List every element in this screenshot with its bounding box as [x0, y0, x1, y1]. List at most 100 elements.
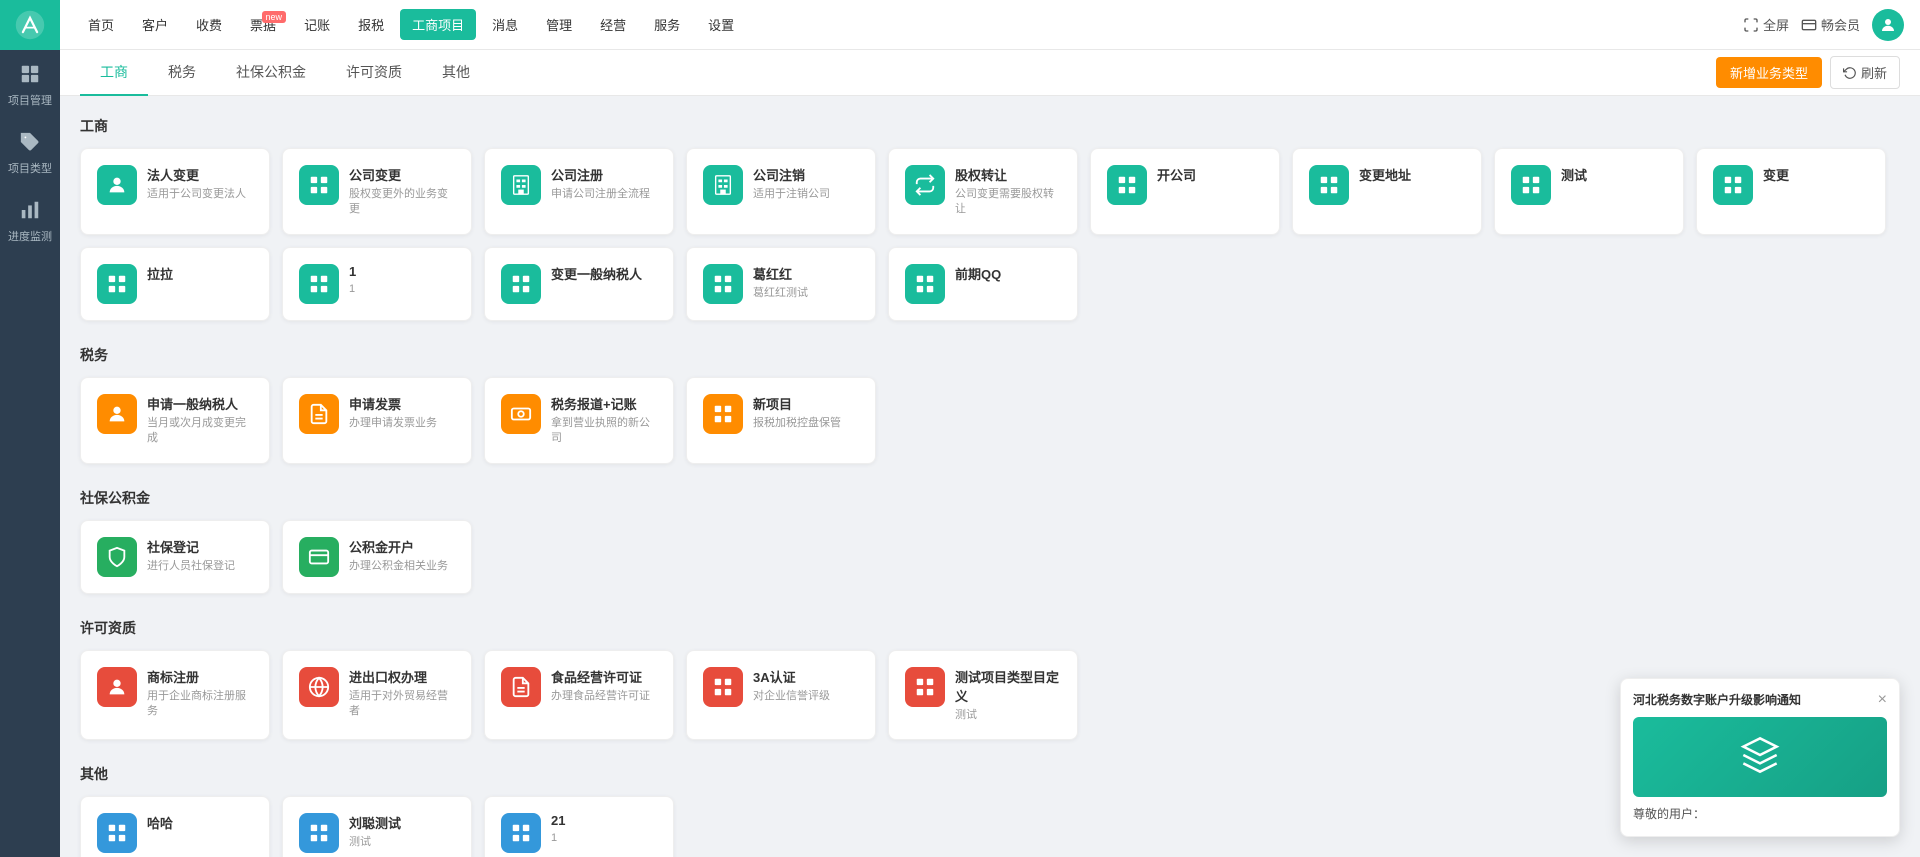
card-desc-trademark: 用于企业商标注册服务: [147, 689, 253, 720]
section-title-social-section: 社保公积金: [80, 488, 1900, 508]
card-name-apply-invoice: 申请发票: [349, 394, 455, 413]
card-desc-new-project: 报税加税控盘保管: [753, 416, 859, 431]
card-change-taxpayer[interactable]: 变更一般纳税人: [484, 247, 674, 321]
refresh-button[interactable]: 刷新: [1830, 56, 1900, 89]
sidebar-logo[interactable]: [0, 0, 60, 50]
card-info-new-project: 新项目报税加税控盘保管: [753, 394, 859, 431]
card-desc-mohonghong: 葛红红测试: [753, 286, 859, 301]
card-test[interactable]: 测试: [1494, 148, 1684, 235]
card-desc-3a-cert: 对企业信誉评级: [753, 689, 859, 704]
refresh-icon: [1843, 66, 1857, 80]
card-name-change-address: 变更地址: [1359, 165, 1465, 184]
card-icon-new-project: [703, 394, 743, 434]
card-equity-transfer[interactable]: 股权转让公司变更需要股权转让: [888, 148, 1078, 235]
card-name-mohonghong: 葛红红: [753, 264, 859, 283]
card-legal-change[interactable]: 法人变更适用于公司变更法人: [80, 148, 270, 235]
card-apply-invoice[interactable]: 申请发票办理申请发票业务: [282, 377, 472, 464]
card-info-change-taxpayer: 变更一般纳税人: [551, 264, 657, 286]
cards-grid-tax-section: 申请一般纳税人当月或次月成变更完成申请发票办理申请发票业务税务报道+记账拿到营业…: [80, 377, 1900, 464]
card-desc-tax-report: 拿到营业执照的新公司: [551, 416, 657, 447]
card-info-test: 测试: [1561, 165, 1667, 187]
sidebar-item-project-type[interactable]: 项目类型: [0, 118, 60, 186]
sidebar-item-label: 项目类型: [8, 160, 52, 176]
card-change[interactable]: 变更: [1696, 148, 1886, 235]
card-name-food-license: 食品经营许可证: [551, 667, 657, 686]
card-trademark[interactable]: 商标注册用于企业商标注册服务: [80, 650, 270, 740]
nav-management[interactable]: 管理: [534, 9, 584, 40]
card-liu-test[interactable]: 刘聪测试测试: [282, 796, 472, 857]
card-icon-legal-change: [97, 165, 137, 205]
card-item21[interactable]: 211: [484, 796, 674, 857]
card-name-item1: 1: [349, 264, 455, 279]
card-name-import-export: 进出口权办理: [349, 667, 455, 686]
card-food-license[interactable]: 食品经营许可证办理食品经营许可证: [484, 650, 674, 740]
tab-permit[interactable]: 许可资质: [326, 50, 422, 96]
nav-ticket[interactable]: 票据 new: [238, 9, 288, 40]
notification-close-btn[interactable]: ×: [1878, 691, 1887, 709]
card-fund-account[interactable]: 公积金开户办理公积金相关业务: [282, 520, 472, 594]
nav-billing[interactable]: 收费: [184, 9, 234, 40]
add-type-button[interactable]: 新增业务类型: [1716, 57, 1822, 88]
chart-icon: [16, 196, 44, 224]
card-desc-item1: 1: [349, 282, 455, 297]
nav-bizproject[interactable]: 工商项目: [400, 9, 476, 40]
card-social-reg[interactable]: 社保登记进行人员社保登记: [80, 520, 270, 594]
card-qianqi-qq[interactable]: 前期QQ: [888, 247, 1078, 321]
card-item1[interactable]: 11: [282, 247, 472, 321]
card-tax-report[interactable]: 税务报道+记账拿到营业执照的新公司: [484, 377, 674, 464]
nav-operations[interactable]: 经营: [588, 9, 638, 40]
card-name-social-reg: 社保登记: [147, 537, 253, 556]
card-company-change[interactable]: 公司变更股权变更外的业务变更: [282, 148, 472, 235]
card-open-company[interactable]: 开公司: [1090, 148, 1280, 235]
nav-message[interactable]: 消息: [480, 9, 530, 40]
card-icon-company-cancel: [703, 165, 743, 205]
card-icon-mohonghong: [703, 264, 743, 304]
card-desc-liu-test: 测试: [349, 835, 455, 850]
sidebar-item-progress[interactable]: 进度监测: [0, 186, 60, 254]
card-test-type[interactable]: 测试项目类型目定义测试: [888, 650, 1078, 740]
card-apply-taxpayer[interactable]: 申请一般纳税人当月或次月成变更完成: [80, 377, 270, 464]
nav-account[interactable]: 记账: [292, 9, 342, 40]
member-btn[interactable]: 畅会员: [1801, 15, 1860, 34]
cards-grid-social-section: 社保登记进行人员社保登记公积金开户办理公积金相关业务: [80, 520, 1900, 594]
card-lala[interactable]: 拉拉: [80, 247, 270, 321]
card-name-tax-report: 税务报道+记账: [551, 394, 657, 413]
card-company-reg[interactable]: 公司注册申请公司注册全流程: [484, 148, 674, 235]
card-name-test: 测试: [1561, 165, 1667, 184]
card-info-qianqi-qq: 前期QQ: [955, 264, 1061, 286]
card-info-change: 变更: [1763, 165, 1869, 187]
card-name-test-type: 测试项目类型目定义: [955, 667, 1061, 705]
card-haha[interactable]: 哈哈: [80, 796, 270, 857]
nav-service[interactable]: 服务: [642, 9, 692, 40]
card-icon-change: [1713, 165, 1753, 205]
tab-tax[interactable]: 税务: [148, 50, 216, 96]
card-import-export[interactable]: 进出口权办理适用于对外贸易经营者: [282, 650, 472, 740]
tab-actions: 新增业务类型 刷新: [1716, 56, 1900, 89]
card-3a-cert[interactable]: 3A认证对企业信誉评级: [686, 650, 876, 740]
fullscreen-btn[interactable]: 全屏: [1743, 15, 1789, 34]
card-name-open-company: 开公司: [1157, 165, 1263, 184]
nav-client[interactable]: 客户: [130, 9, 180, 40]
nav-tax[interactable]: 报税: [346, 9, 396, 40]
card-mohonghong[interactable]: 葛红红葛红红测试: [686, 247, 876, 321]
sidebar-item-project-mgmt[interactable]: 项目管理: [0, 50, 60, 118]
card-company-cancel[interactable]: 公司注销适用于注销公司: [686, 148, 876, 235]
card-desc-equity-transfer: 公司变更需要股权转让: [955, 187, 1061, 218]
card-new-project[interactable]: 新项目报税加税控盘保管: [686, 377, 876, 464]
section-title-biz-section: 工商: [80, 116, 1900, 136]
avatar[interactable]: [1872, 9, 1904, 41]
card-info-import-export: 进出口权办理适用于对外贸易经营者: [349, 667, 455, 720]
card-icon-food-license: [501, 667, 541, 707]
card-icon-import-export: [299, 667, 339, 707]
card-info-equity-transfer: 股权转让公司变更需要股权转让: [955, 165, 1061, 218]
nav-home[interactable]: 首页: [76, 9, 126, 40]
card-info-lala: 拉拉: [147, 264, 253, 286]
card-info-3a-cert: 3A认证对企业信誉评级: [753, 667, 859, 704]
tab-other[interactable]: 其他: [422, 50, 490, 96]
tab-social[interactable]: 社保公积金: [216, 50, 326, 96]
tab-biz[interactable]: 工商: [80, 50, 148, 96]
card-change-address[interactable]: 变更地址: [1292, 148, 1482, 235]
card-desc-company-change: 股权变更外的业务变更: [349, 187, 455, 218]
nav-settings[interactable]: 设置: [696, 9, 746, 40]
card-info-legal-change: 法人变更适用于公司变更法人: [147, 165, 253, 202]
